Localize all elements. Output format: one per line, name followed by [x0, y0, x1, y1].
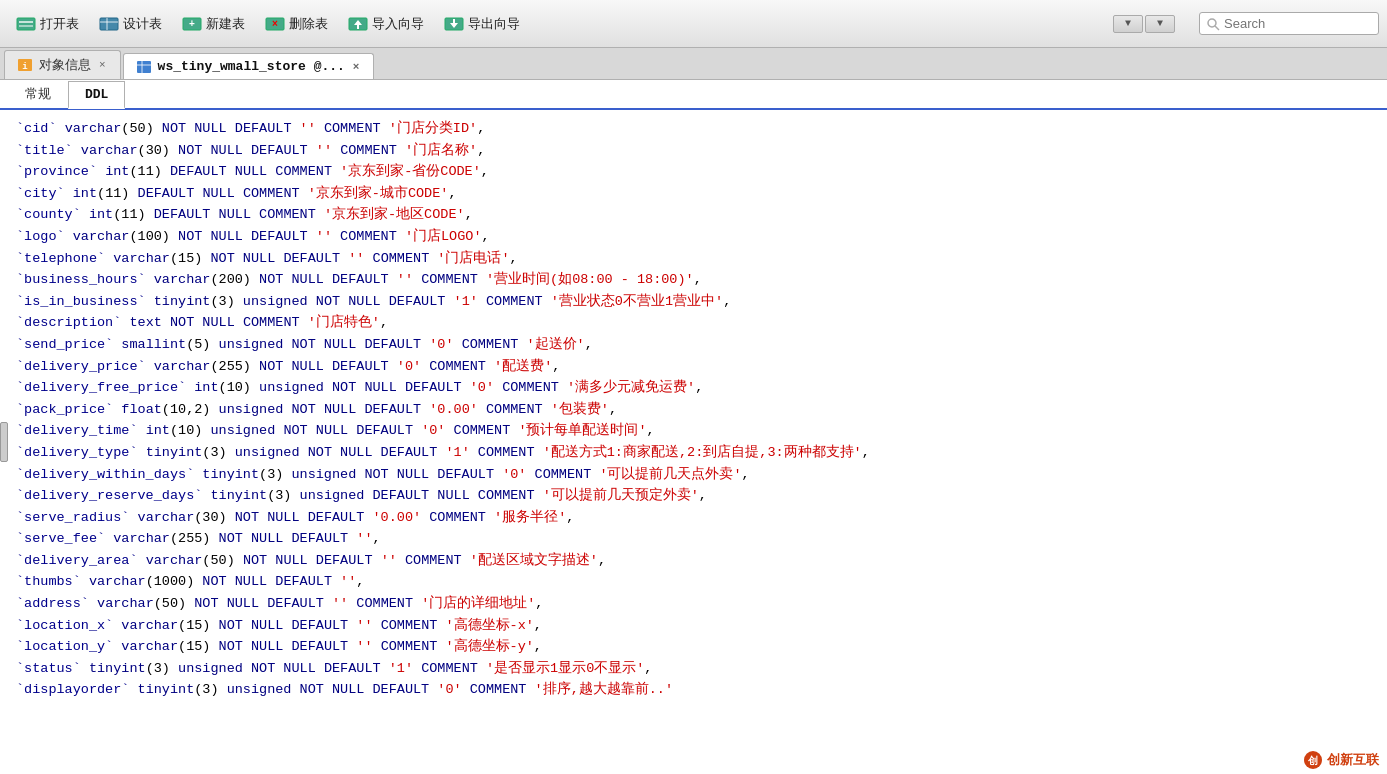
open-table-icon: [16, 16, 36, 32]
logo-icon: 创: [1303, 750, 1323, 770]
resize-handle[interactable]: [0, 422, 8, 462]
svg-text:×: ×: [272, 18, 278, 29]
svg-rect-3: [100, 18, 118, 30]
ddl-line: `serve_fee` varchar(255) NOT NULL DEFAUL…: [16, 528, 1371, 550]
ddl-line: `province` int(11) DEFAULT NULL COMMENT …: [16, 161, 1371, 183]
export-icon: [444, 16, 464, 32]
open-table-button[interactable]: 打开表: [8, 11, 87, 37]
ddl-line: `delivery_time` int(10) unsigned NOT NUL…: [16, 420, 1371, 442]
search-input[interactable]: [1224, 16, 1364, 31]
import-icon: [348, 16, 368, 32]
ddl-line: `delivery_within_days` tinyint(3) unsign…: [16, 464, 1371, 486]
svg-rect-0: [17, 18, 35, 30]
svg-text:+: +: [189, 18, 195, 29]
sub-tab-ddl[interactable]: DDL: [68, 81, 125, 109]
nav-left-arrow[interactable]: ▼: [1113, 15, 1143, 33]
ddl-line: `delivery_type` tinyint(3) unsigned NOT …: [16, 442, 1371, 464]
ddl-line: `send_price` smallint(5) unsigned NOT NU…: [16, 334, 1371, 356]
tab-close-object-info[interactable]: ×: [97, 59, 108, 71]
svg-line-15: [1215, 26, 1219, 30]
toolbar: 打开表 设计表 + 新建表 × 删除表 导入向导: [0, 0, 1387, 48]
ddl-line: `status` tinyint(3) unsigned NOT NULL DE…: [16, 658, 1371, 680]
tabs-bar: i 对象信息 × ws_tiny_wmall_store @... ×: [0, 48, 1387, 80]
ddl-line: `displayorder` tinyint(3) unsigned NOT N…: [16, 679, 1371, 701]
nav-arrows: ▼ ▼: [1113, 15, 1175, 33]
sub-tabs: 常规 DDL: [0, 80, 1387, 110]
export-button[interactable]: 导出向导: [436, 11, 528, 37]
table-icon: [136, 60, 152, 74]
info-icon: i: [17, 58, 33, 72]
svg-rect-18: [137, 61, 151, 73]
svg-text:创: 创: [1307, 755, 1318, 767]
ddl-line: `city` int(11) DEFAULT NULL COMMENT '京东到…: [16, 183, 1371, 205]
ddl-line: `thumbs` varchar(1000) NOT NULL DEFAULT …: [16, 571, 1371, 593]
ddl-line: `delivery_price` varchar(255) NOT NULL D…: [16, 356, 1371, 378]
ddl-line: `description` text NOT NULL COMMENT '门店特…: [16, 312, 1371, 334]
svg-rect-2: [19, 25, 33, 27]
search-box: [1199, 12, 1379, 35]
ddl-line: `address` varchar(50) NOT NULL DEFAULT '…: [16, 593, 1371, 615]
main-content[interactable]: `cid` varchar(50) NOT NULL DEFAULT '' CO…: [0, 110, 1387, 774]
ddl-code: `cid` varchar(50) NOT NULL DEFAULT '' CO…: [16, 118, 1371, 701]
new-table-button[interactable]: + 新建表: [174, 11, 253, 37]
tab-object-info[interactable]: i 对象信息 ×: [4, 50, 121, 79]
ddl-line: `delivery_reserve_days` tinyint(3) unsig…: [16, 485, 1371, 507]
ddl-line: `title` varchar(30) NOT NULL DEFAULT '' …: [16, 140, 1371, 162]
ddl-line: `logo` varchar(100) NOT NULL DEFAULT '' …: [16, 226, 1371, 248]
ddl-line: `location_y` varchar(15) NOT NULL DEFAUL…: [16, 636, 1371, 658]
new-table-icon: +: [182, 16, 202, 32]
ddl-line: `serve_radius` varchar(30) NOT NULL DEFA…: [16, 507, 1371, 529]
nav-right-arrow[interactable]: ▼: [1145, 15, 1175, 33]
svg-text:i: i: [22, 62, 28, 72]
tab-close-ws-tiny[interactable]: ×: [351, 61, 362, 73]
delete-table-icon: ×: [265, 16, 285, 32]
ddl-line: `is_in_business` tinyint(3) unsigned NOT…: [16, 291, 1371, 313]
ddl-line: `telephone` varchar(15) NOT NULL DEFAULT…: [16, 248, 1371, 270]
design-table-icon: [99, 16, 119, 32]
svg-rect-1: [19, 21, 33, 23]
tab-ws-tiny[interactable]: ws_tiny_wmall_store @... ×: [123, 53, 375, 79]
ddl-line: `county` int(11) DEFAULT NULL COMMENT '京…: [16, 204, 1371, 226]
ddl-line: `location_x` varchar(15) NOT NULL DEFAUL…: [16, 615, 1371, 637]
search-icon: [1206, 17, 1220, 31]
svg-point-14: [1208, 19, 1216, 27]
ddl-line: `pack_price` float(10,2) unsigned NOT NU…: [16, 399, 1371, 421]
design-table-button[interactable]: 设计表: [91, 11, 170, 37]
sub-tab-general[interactable]: 常规: [8, 79, 68, 109]
ddl-line: `delivery_area` varchar(50) NOT NULL DEF…: [16, 550, 1371, 572]
delete-table-button[interactable]: × 删除表: [257, 11, 336, 37]
ddl-line: `delivery_free_price` int(10) unsigned N…: [16, 377, 1371, 399]
ddl-line: `business_hours` varchar(200) NOT NULL D…: [16, 269, 1371, 291]
import-button[interactable]: 导入向导: [340, 11, 432, 37]
ddl-line: `cid` varchar(50) NOT NULL DEFAULT '' CO…: [16, 118, 1371, 140]
bottom-logo: 创 创新互联: [1303, 750, 1379, 770]
